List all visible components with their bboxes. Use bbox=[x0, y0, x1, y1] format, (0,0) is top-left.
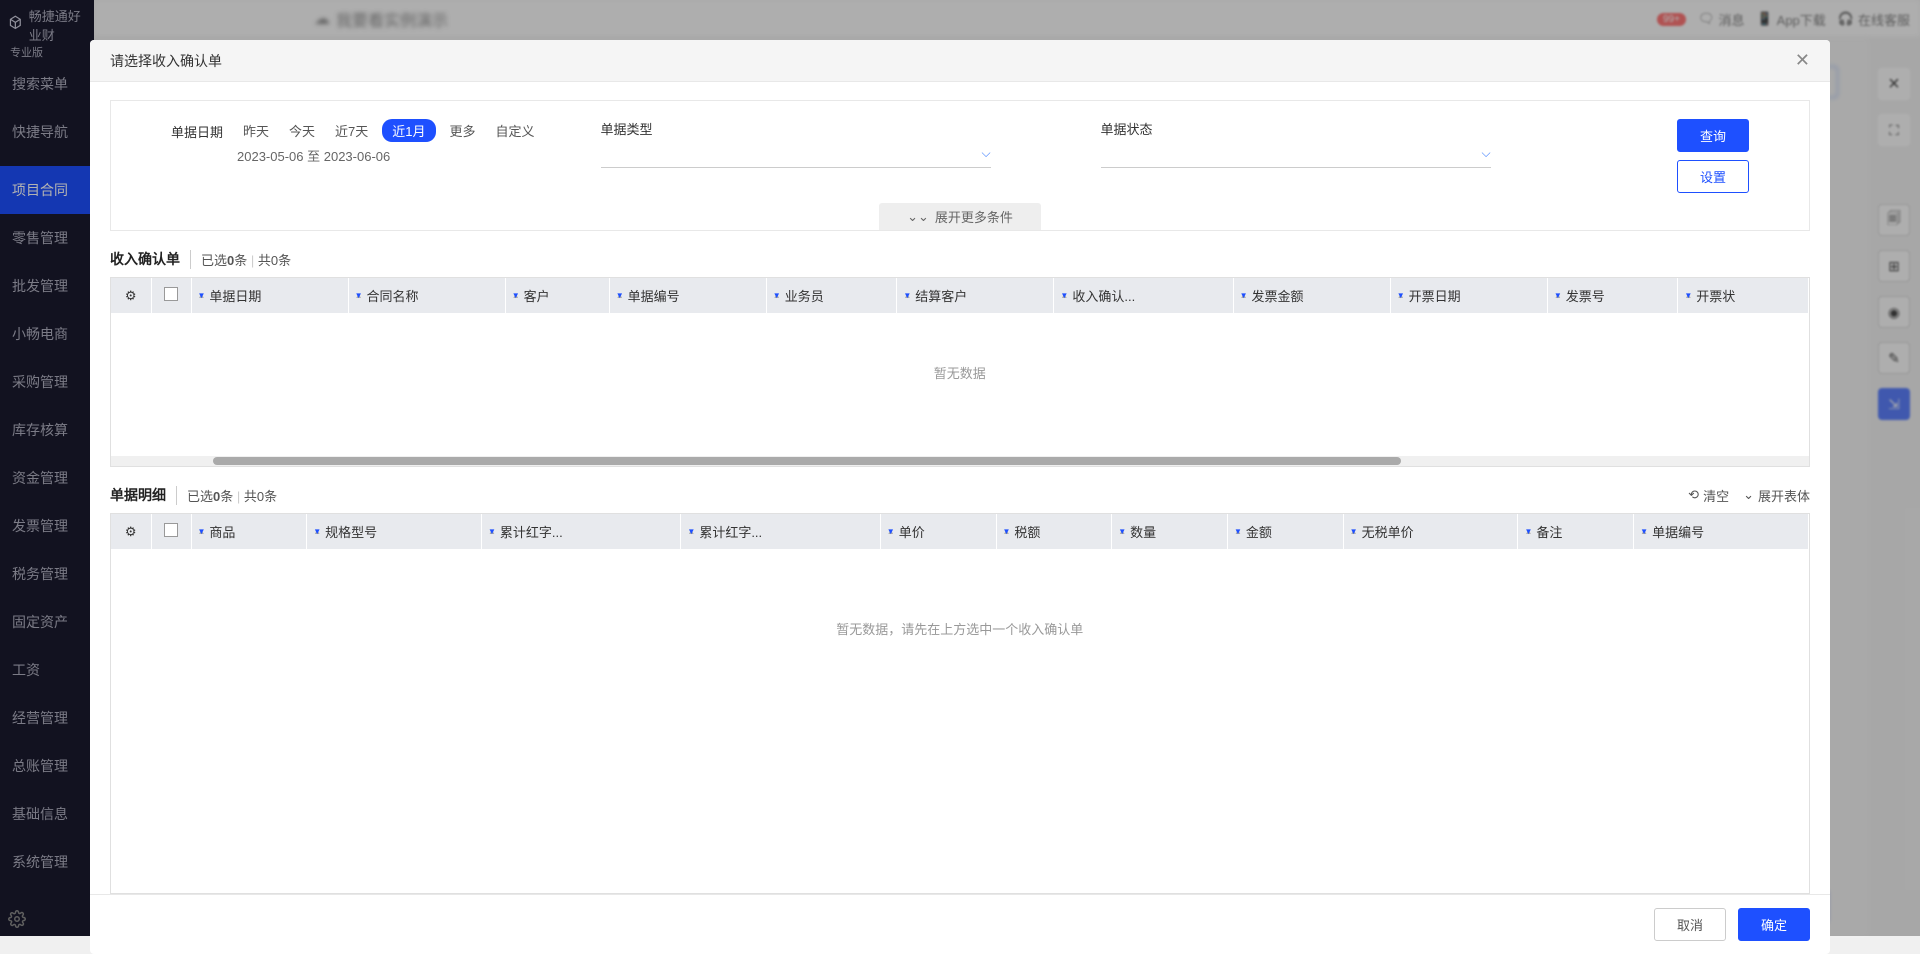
column-header-0[interactable]: ▲▼商品 bbox=[191, 514, 307, 549]
upper-section-header: 收入确认单 已选0条 | 共0条 bbox=[110, 249, 1810, 269]
cancel-button[interactable]: 取消 bbox=[1654, 908, 1726, 941]
lower-section-actions: ⟲ 清空 ⌄ 展开表体 bbox=[1688, 486, 1810, 505]
expand-filter-row: ⌄⌄ 展开更多条件 bbox=[171, 203, 1749, 230]
chevron-down-icon: ⌄ bbox=[1743, 487, 1754, 503]
date-option-5[interactable]: 自定义 bbox=[490, 119, 541, 142]
select-all-checkbox[interactable] bbox=[151, 278, 191, 313]
gear-icon: ⚙ bbox=[125, 524, 137, 539]
column-header-2[interactable]: ▲▼累计红字... bbox=[482, 514, 681, 549]
date-option-2[interactable]: 近7天 bbox=[329, 119, 374, 142]
column-header-6[interactable]: ▲▼数量 bbox=[1112, 514, 1228, 549]
lower-table: ⚙▲▼商品▲▼规格型号▲▼累计红字...▲▼累计红字...▲▼单价▲▼税额▲▼数… bbox=[111, 514, 1809, 708]
chevron-down-icon: ⌵ bbox=[1481, 146, 1490, 161]
date-option-3[interactable]: 近1月 bbox=[382, 119, 435, 142]
date-option-0[interactable]: 昨天 bbox=[237, 119, 275, 142]
lower-table-wrapper: ⚙▲▼商品▲▼规格型号▲▼累计红字...▲▼累计红字...▲▼单价▲▼税额▲▼数… bbox=[110, 513, 1810, 894]
clear-icon: ⟲ bbox=[1688, 487, 1699, 503]
column-header-0[interactable]: ▲▼单据日期 bbox=[191, 278, 348, 313]
chevron-down-icon: ⌵ bbox=[981, 146, 990, 161]
date-filter: 昨天今天近7天近1月更多自定义 2023-05-06 至 2023-06-06 bbox=[237, 119, 541, 165]
select-all-checkbox[interactable] bbox=[151, 514, 191, 549]
column-header-1[interactable]: ▲▼规格型号 bbox=[307, 514, 482, 549]
filter-panel: 单据日期 昨天今天近7天近1月更多自定义 2023-05-06 至 2023-0… bbox=[110, 100, 1810, 231]
upper-table-wrapper: ⚙ ▲▼单据日期▲▼合同名称▲▼客户▲▼单据编号▲▼业务员▲▼结算客户▲▼收入确认… bbox=[110, 277, 1810, 467]
column-header-8[interactable]: ▲▼无税单价 bbox=[1343, 514, 1518, 549]
modal-title: 请选择收入确认单 bbox=[110, 51, 222, 71]
column-header-3[interactable]: ▲▼累计红字... bbox=[681, 514, 880, 549]
column-header-7[interactable]: ▲▼发票金额 bbox=[1233, 278, 1390, 313]
lower-section-title: 单据明细 bbox=[110, 485, 166, 505]
lower-empty-text: 暂无数据，请先在上方选中一个收入确认单 bbox=[111, 549, 1809, 708]
column-header-9[interactable]: ▲▼备注 bbox=[1518, 514, 1634, 549]
expand-body-button[interactable]: ⌄ 展开表体 bbox=[1743, 486, 1810, 505]
double-chevron-down-icon: ⌄⌄ bbox=[907, 209, 929, 225]
column-header-5[interactable]: ▲▼结算客户 bbox=[897, 278, 1054, 313]
modal-overlay: 请选择收入确认单 ✕ 单据日期 昨天今天近7天近1月更多自定义 2023-05-… bbox=[0, 0, 1920, 936]
doc-type-label: 单据类型 bbox=[601, 119, 1041, 138]
date-filter-label: 单据日期 bbox=[171, 119, 223, 141]
modal-header: 请选择收入确认单 ✕ bbox=[90, 40, 1830, 82]
upper-section-title: 收入确认单 bbox=[110, 249, 180, 269]
modal-close-button[interactable]: ✕ bbox=[1795, 50, 1810, 71]
column-header-6[interactable]: ▲▼收入确认... bbox=[1054, 278, 1233, 313]
upper-selection-meta: 已选0条 | 共0条 bbox=[190, 250, 291, 269]
modal-footer: 取消 确定 bbox=[90, 894, 1830, 954]
date-option-1[interactable]: 今天 bbox=[283, 119, 321, 142]
horizontal-scrollbar[interactable] bbox=[111, 456, 1809, 466]
doc-type-filter: 单据类型 ⌵ bbox=[601, 119, 1041, 168]
column-header-10[interactable]: ▲▼单据编号 bbox=[1634, 514, 1809, 549]
lower-empty-row: 暂无数据，请先在上方选中一个收入确认单 bbox=[111, 549, 1809, 708]
doc-type-select[interactable]: ⌵ bbox=[601, 142, 991, 168]
doc-status-label: 单据状态 bbox=[1101, 119, 1541, 138]
close-icon: ✕ bbox=[1795, 50, 1810, 70]
expand-filter-button[interactable]: ⌄⌄ 展开更多条件 bbox=[879, 203, 1041, 230]
checkbox-icon bbox=[164, 287, 178, 301]
column-header-3[interactable]: ▲▼单据编号 bbox=[609, 278, 766, 313]
upper-empty-text: 暂无数据 bbox=[111, 313, 1809, 432]
confirm-button[interactable]: 确定 bbox=[1738, 908, 1810, 941]
lower-section-header: 单据明细 已选0条 | 共0条 ⟲ 清空 ⌄ 展开表体 bbox=[110, 485, 1810, 505]
column-header-8[interactable]: ▲▼开票日期 bbox=[1390, 278, 1547, 313]
column-header-9[interactable]: ▲▼发票号 bbox=[1547, 278, 1678, 313]
upper-empty-row: 暂无数据 bbox=[111, 313, 1809, 432]
column-header-2[interactable]: ▲▼客户 bbox=[505, 278, 609, 313]
column-header-5[interactable]: ▲▼税额 bbox=[996, 514, 1112, 549]
upper-table: ⚙ ▲▼单据日期▲▼合同名称▲▼客户▲▼单据编号▲▼业务员▲▼结算客户▲▼收入确认… bbox=[111, 278, 1809, 432]
date-range-text: 2023-05-06 至 2023-06-06 bbox=[237, 146, 541, 165]
column-header-4[interactable]: ▲▼单价 bbox=[880, 514, 996, 549]
checkbox-icon bbox=[164, 523, 178, 537]
gear-icon: ⚙ bbox=[125, 288, 137, 303]
doc-status-filter: 单据状态 ⌵ bbox=[1101, 119, 1541, 168]
lower-selection-meta: 已选0条 | 共0条 bbox=[176, 486, 277, 505]
column-settings[interactable]: ⚙ bbox=[111, 514, 151, 549]
column-header-4[interactable]: ▲▼业务员 bbox=[766, 278, 897, 313]
filter-settings-button[interactable]: 设置 bbox=[1677, 160, 1749, 193]
query-button[interactable]: 查询 bbox=[1677, 119, 1749, 152]
modal-body: 单据日期 昨天今天近7天近1月更多自定义 2023-05-06 至 2023-0… bbox=[90, 82, 1830, 894]
scrollbar-thumb[interactable] bbox=[213, 457, 1402, 465]
column-settings[interactable]: ⚙ bbox=[111, 278, 151, 313]
column-header-7[interactable]: ▲▼金额 bbox=[1227, 514, 1343, 549]
filter-actions: 查询 设置 bbox=[1677, 119, 1749, 193]
date-option-4[interactable]: 更多 bbox=[444, 119, 482, 142]
column-header-1[interactable]: ▲▼合同名称 bbox=[348, 278, 505, 313]
doc-status-select[interactable]: ⌵ bbox=[1101, 142, 1491, 168]
clear-button[interactable]: ⟲ 清空 bbox=[1688, 486, 1729, 505]
column-header-10[interactable]: ▲▼开票状 bbox=[1678, 278, 1809, 313]
select-invoice-modal: 请选择收入确认单 ✕ 单据日期 昨天今天近7天近1月更多自定义 2023-05-… bbox=[90, 40, 1830, 954]
